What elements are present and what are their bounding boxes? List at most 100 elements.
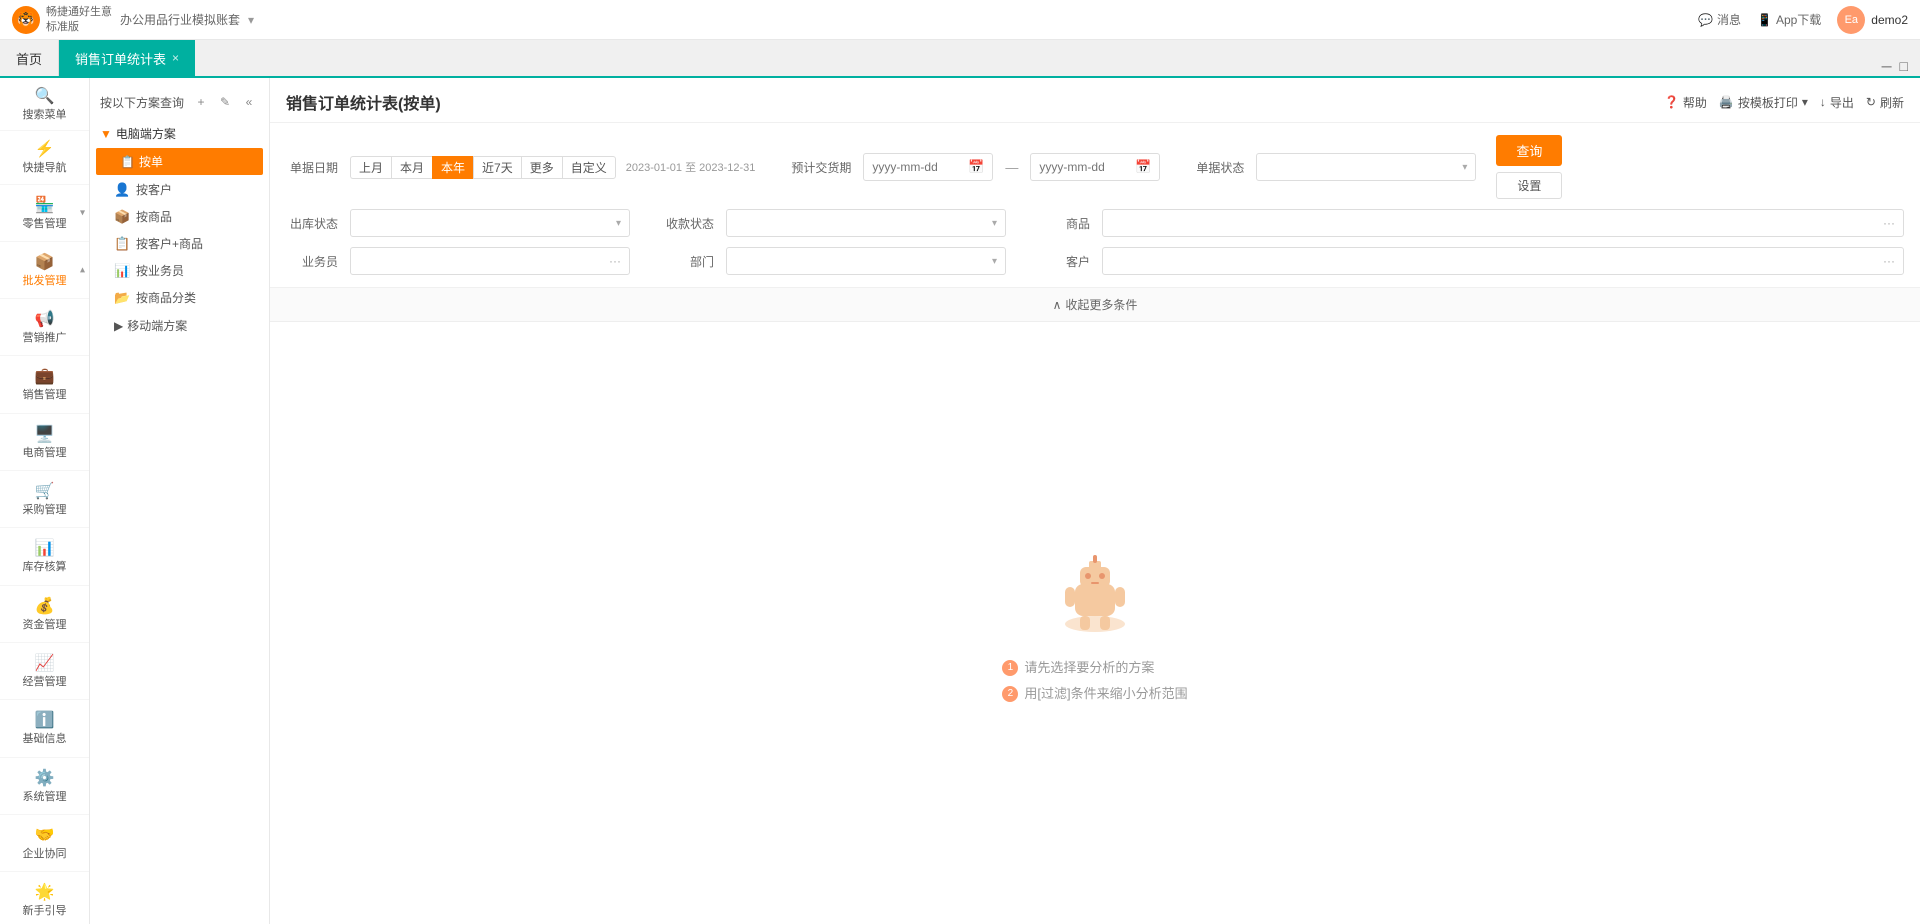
customer-dots[interactable]: ··· — [1883, 254, 1895, 268]
delivery-select-arrow-icon: ▾ — [616, 218, 621, 229]
scheme-item-by-salesperson[interactable]: 📊 按业务员 — [90, 257, 269, 284]
scheme-item-by-goods[interactable]: 📦 按商品 — [90, 203, 269, 230]
tab-bar-right: ─ □ — [1882, 58, 1920, 76]
refresh-button[interactable]: ↻ 刷新 — [1866, 94, 1904, 111]
goods-select[interactable]: ··· — [1102, 209, 1904, 237]
expected-date-start-input[interactable]: 📅 — [863, 153, 993, 181]
sidebar-item-retail[interactable]: 🏪 零售管理 ▾ — [0, 185, 89, 242]
results-area: 1 请先选择要分析的方案 2 用[过滤]条件来缩小分析范围 — [270, 322, 1920, 924]
empty-robot-icon — [1045, 539, 1145, 639]
sidebar-item-marketing[interactable]: 📢 营销推广 — [0, 299, 89, 356]
mobile-scheme-group-header[interactable]: ▶ 移动端方案 — [94, 313, 269, 338]
pc-scheme-group: ▼ 电脑端方案 📋 按单 👤 按客户 📦 按商品 📋 按客户+商品 — [90, 120, 269, 311]
left-panel: 按以下方案查询 + ✎ « ▼ 电脑端方案 — [90, 78, 270, 924]
tab-bar: 首页 销售订单统计表 × ─ □ — [0, 40, 1920, 78]
department-select[interactable]: ▾ — [726, 247, 1006, 275]
tip-num-1: 1 — [1002, 660, 1018, 676]
setting-button[interactable]: 设置 — [1496, 172, 1562, 199]
sidebar-item-shortcut[interactable]: ⚡ 快捷导航 — [0, 131, 89, 184]
top-bar-left: 🐯 畅捷通好生意 标准版 办公用品行业模拟账套 ▾ — [12, 5, 254, 34]
edit-scheme-button[interactable]: ✎ — [215, 92, 235, 112]
collapse-panel-button[interactable]: « — [239, 92, 259, 112]
add-scheme-button[interactable]: + — [191, 92, 211, 112]
date-shortcut-lastmonth[interactable]: 上月 — [350, 156, 391, 179]
enterprise-icon: 🤝 — [35, 825, 55, 845]
sidebar-item-guide[interactable]: 🌟 新手引导 — [0, 872, 89, 924]
tip-num-2: 2 — [1002, 686, 1018, 702]
message-button[interactable]: 💬 消息 — [1698, 11, 1741, 28]
help-button[interactable]: ❓ 帮助 — [1664, 94, 1707, 111]
ecommerce-icon: 🖥️ — [35, 424, 55, 444]
expected-date-start-field[interactable] — [872, 160, 968, 174]
date-shortcut-thisyear[interactable]: 本年 — [432, 156, 473, 179]
date-shortcut-more[interactable]: 更多 — [521, 156, 562, 179]
payment-status-label: 收款状态 — [662, 215, 714, 232]
expected-date-end-input[interactable]: 📅 — [1030, 153, 1160, 181]
scheme-item-by-customer[interactable]: 👤 按客户 — [90, 176, 269, 203]
collapse-bar[interactable]: ∧ 收起更多条件 — [270, 288, 1920, 322]
tab-close-icon[interactable]: × — [172, 51, 179, 65]
export-button[interactable]: ↓ 导出 — [1820, 94, 1854, 111]
edit-icon: ✎ — [220, 95, 230, 109]
tab-home[interactable]: 首页 — [0, 40, 59, 76]
user-name: demo2 — [1871, 13, 1908, 27]
collapse-icon: « — [246, 95, 253, 109]
delivery-status-select[interactable]: ▾ — [350, 209, 630, 237]
customer-select[interactable]: ··· — [1102, 247, 1904, 275]
date-shortcut-thismonth[interactable]: 本月 — [391, 156, 432, 179]
message-icon: 💬 — [1698, 13, 1713, 27]
date-shortcut-7days[interactable]: 近7天 — [473, 156, 521, 179]
tab-active[interactable]: 销售订单统计表 × — [59, 40, 195, 76]
salesperson-select[interactable]: ··· — [350, 247, 630, 275]
breadcrumb-title: 办公用品行业模拟账套 — [120, 11, 240, 28]
collapse-arrow-icon: ∧ — [1053, 298, 1062, 312]
right-panel: 销售订单统计表(按单) ❓ 帮助 🖨️ 按模板打印 ▾ ↓ 导出 — [270, 78, 1920, 924]
calendar-end-icon[interactable]: 📅 — [1135, 159, 1151, 175]
status-select[interactable]: ▾ — [1256, 153, 1476, 181]
user-area[interactable]: Ea demo2 — [1837, 6, 1908, 34]
scheme-item-by-customer-goods[interactable]: 📋 按客户+商品 — [90, 230, 269, 257]
guide-icon: 🌟 — [35, 882, 55, 902]
calendar-start-icon[interactable]: 📅 — [968, 159, 984, 175]
sidebar-item-search[interactable]: 🔍 搜索菜单 — [0, 78, 89, 131]
date-range-text: 2023-01-01 至 2023-12-31 — [626, 159, 756, 175]
pc-scheme-group-header[interactable]: ▼ 电脑端方案 — [90, 120, 269, 147]
goods-dots[interactable]: ··· — [1883, 216, 1895, 230]
sidebar-item-management[interactable]: 📈 经营管理 — [0, 643, 89, 700]
sidebar-item-finance[interactable]: 💰 资金管理 — [0, 586, 89, 643]
sidebar-item-system[interactable]: ⚙️ 系统管理 — [0, 758, 89, 815]
content-area: 按以下方案查询 + ✎ « ▼ 电脑端方案 — [90, 78, 1920, 924]
sidebar-item-sales[interactable]: 💼 销售管理 — [0, 356, 89, 413]
query-button[interactable]: 查询 — [1496, 135, 1562, 166]
print-icon: 🖨️ — [1719, 95, 1734, 109]
sidebar-item-inventory[interactable]: 📊 库存核算 — [0, 528, 89, 585]
sidebar-item-enterprise[interactable]: 🤝 企业协同 — [0, 815, 89, 872]
goods-label: 商品 — [1038, 215, 1090, 232]
filter-row-1: 单据日期 上月 本月 本年 近7天 更多 自定义 2023-01-01 至 20… — [286, 135, 1904, 199]
logo-icon: 🐯 — [12, 6, 40, 34]
page-title: 销售订单统计表(按单) — [286, 90, 441, 114]
user-avatar: Ea — [1837, 6, 1865, 34]
scheme-item-by-category[interactable]: 📂 按商品分类 — [90, 284, 269, 311]
sidebar-item-basic-info[interactable]: ℹ️ 基础信息 — [0, 700, 89, 757]
system-icon: ⚙️ — [35, 768, 55, 788]
salesperson-dots[interactable]: ··· — [609, 254, 621, 268]
sidebar-item-ecommerce[interactable]: 🖥️ 电商管理 — [0, 414, 89, 471]
app-download-button[interactable]: 📱 App下载 — [1757, 11, 1821, 28]
delivery-status-label: 出库状态 — [286, 215, 338, 232]
scheme-item-by-order[interactable]: 📋 按单 — [96, 148, 263, 175]
filter-row-3: 业务员 ··· 部门 ▾ 客户 ··· — [286, 247, 1904, 275]
logo-text: 畅捷通好生意 标准版 — [46, 5, 112, 34]
sidebar-item-purchase[interactable]: 🛒 采购管理 — [0, 471, 89, 528]
payment-select-arrow-icon: ▾ — [992, 218, 997, 229]
maximize-icon[interactable]: □ — [1900, 58, 1908, 74]
payment-status-select[interactable]: ▾ — [726, 209, 1006, 237]
date-dash: — — [1005, 160, 1018, 175]
filter-row-2: 出库状态 ▾ 收款状态 ▾ 商品 ··· — [286, 209, 1904, 237]
sidebar-item-wholesale[interactable]: 📦 批发管理 ▴ — [0, 242, 89, 299]
date-shortcut-custom[interactable]: 自定义 — [562, 156, 616, 179]
minimize-icon[interactable]: ─ — [1882, 58, 1892, 74]
breadcrumb-arrow[interactable]: ▾ — [248, 13, 254, 27]
print-button[interactable]: 🖨️ 按模板打印 ▾ — [1719, 94, 1808, 111]
expected-date-end-field[interactable] — [1039, 160, 1135, 174]
